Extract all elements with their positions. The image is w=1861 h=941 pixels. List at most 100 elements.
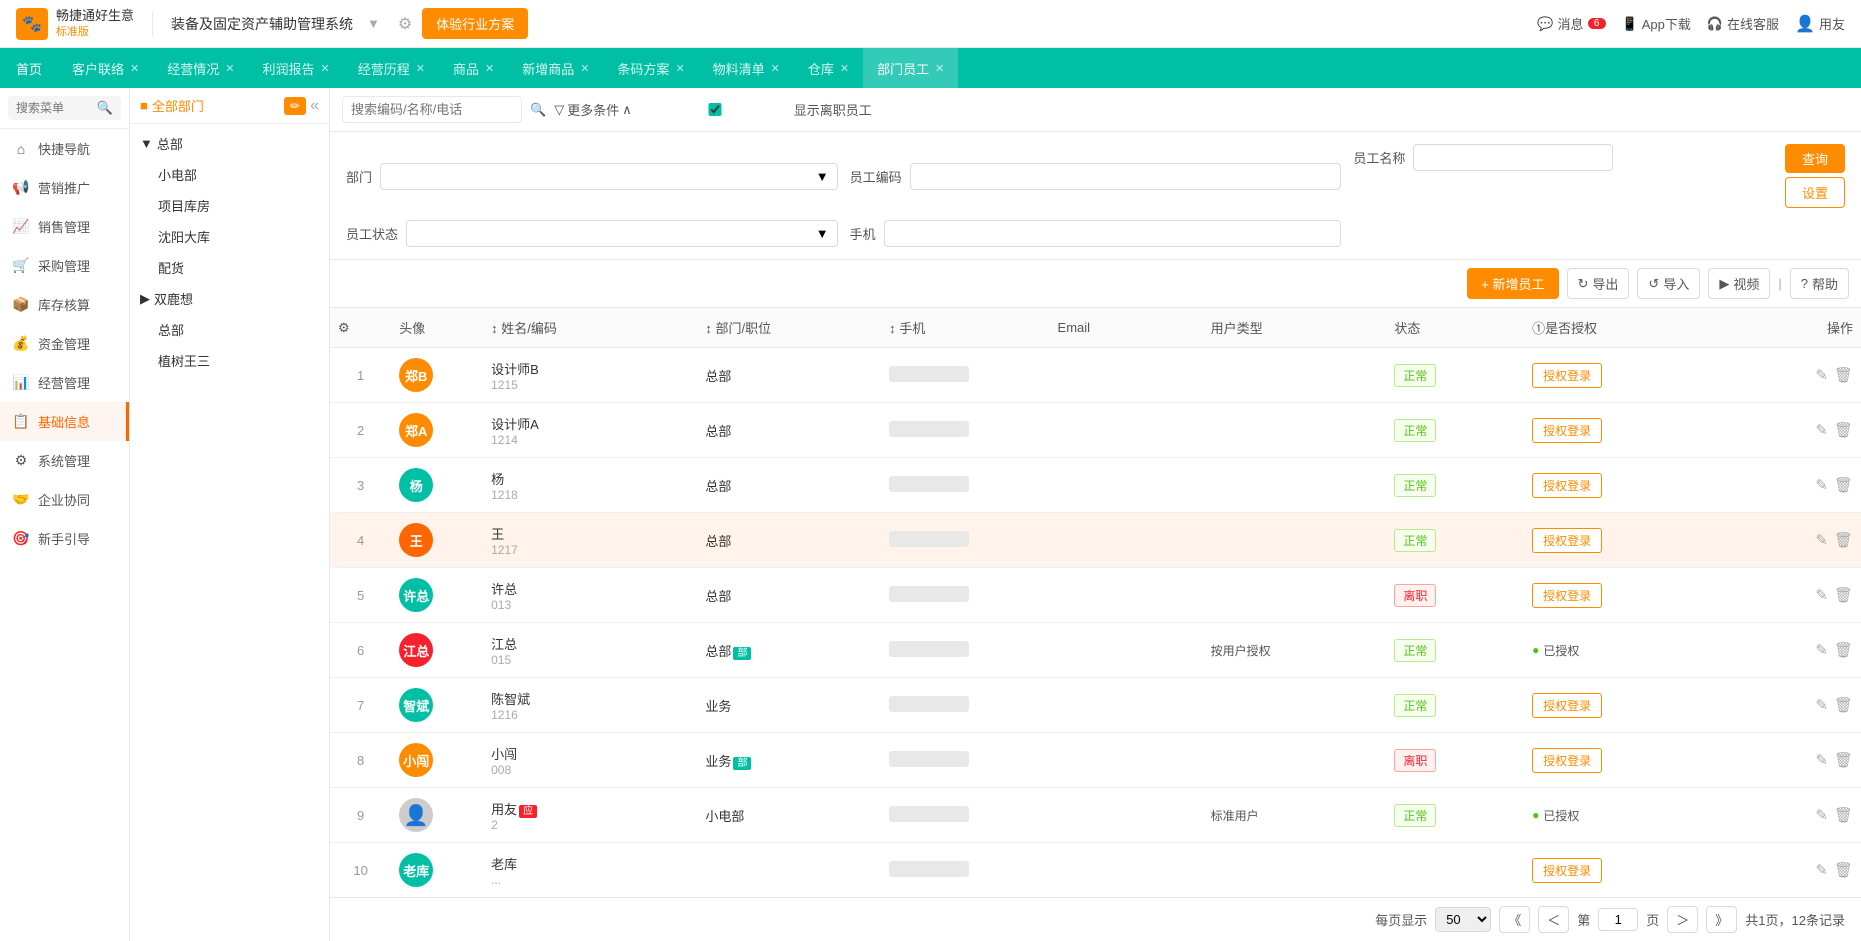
sidebar-item-basic-info[interactable]: 📋 基础信息 [0,402,129,441]
search-btn[interactable]: 🔍 [530,102,546,118]
page-number-input[interactable] [1598,908,1638,931]
status-select[interactable]: ▼ [406,220,838,247]
dept-item-small-elec[interactable]: 小电部 [130,159,329,190]
app-download-action[interactable]: 📱 App下载 [1622,14,1691,33]
help-btn[interactable]: ? 帮助 [1790,268,1849,299]
delete-icon[interactable]: 🗑 [1834,641,1853,659]
edit-icon[interactable]: ✎ [1815,861,1828,879]
delete-icon[interactable]: 🗑 [1834,586,1853,604]
sidebar-item-purchase[interactable]: 🛒 采购管理 [0,246,129,285]
auth-login-btn[interactable]: 授权登录 [1532,528,1602,553]
delete-icon[interactable]: 🗑 [1834,861,1853,879]
close-icon[interactable]: ✕ [321,62,330,75]
edit-icon[interactable]: ✎ [1815,586,1828,604]
sidebar-item-finance[interactable]: 💰 资金管理 [0,324,129,363]
sidebar-item-system[interactable]: ⚙ 系统管理 [0,441,129,480]
tab-home[interactable]: 首页 [0,48,58,88]
dept-item-tree-king[interactable]: 植树王三 [130,345,329,376]
first-page-btn[interactable]: 《 [1499,906,1530,933]
tab-operation[interactable]: 经营情况✕ [153,48,248,88]
emp-name-input[interactable] [1413,144,1613,171]
close-icon[interactable]: ✕ [416,62,425,75]
more-conditions-btn[interactable]: ▽ 更多条件 ∧ [554,100,632,119]
sidebar-item-sales[interactable]: 📈 销售管理 [0,207,129,246]
tab-profit[interactable]: 利润报告✕ [248,48,343,88]
sidebar-item-guide[interactable]: 🎯 新手引导 [0,519,129,558]
dept-select[interactable]: ▼ [380,163,838,190]
edit-icon[interactable]: ✎ [1815,751,1828,769]
search-input[interactable] [342,96,522,123]
close-icon[interactable]: ✕ [130,62,139,75]
per-page-select[interactable]: 50 20 100 [1435,907,1491,932]
next-page-btn[interactable]: ＞ [1667,906,1698,933]
show-resigned-checkbox[interactable]: 显示离职员工 [640,100,872,119]
delete-icon[interactable]: 🗑 [1834,421,1853,439]
delete-icon[interactable]: 🗑 [1834,696,1853,714]
user-action[interactable]: 👤 用友 [1795,14,1845,34]
sidebar-item-management[interactable]: 📊 经营管理 [0,363,129,402]
query-btn[interactable]: 查询 [1785,144,1845,173]
col-phone[interactable]: ↕ 手机 [881,308,1049,348]
phone-input[interactable] [884,220,1342,247]
dept-item-shenyang[interactable]: 沈阳大库 [130,221,329,252]
emp-code-input[interactable] [910,163,1342,190]
message-action[interactable]: 💬 消息 6 [1537,14,1605,33]
sidebar-item-quick-nav[interactable]: ⌂ 快捷导航 [0,129,129,168]
tab-dept-employee[interactable]: 部门员工✕ [863,48,958,88]
system-dropdown-icon[interactable]: ▼ [367,16,380,31]
close-icon[interactable]: ✕ [935,62,944,75]
delete-icon[interactable]: 🗑 [1834,531,1853,549]
close-icon[interactable]: ✕ [771,62,780,75]
tab-material[interactable]: 物料清单✕ [699,48,794,88]
dept-item-shuang[interactable]: ▶ 双鹿想 [130,283,329,314]
tab-barcode[interactable]: 条码方案✕ [603,48,698,88]
edit-icon[interactable]: ✎ [1815,531,1828,549]
dept-item-headquarters[interactable]: 总部 [130,314,329,345]
tab-goods[interactable]: 商品✕ [439,48,508,88]
edit-icon[interactable]: ✎ [1815,696,1828,714]
dept-item-distribution[interactable]: 配货 [130,252,329,283]
last-page-btn[interactable]: 》 [1706,906,1737,933]
auth-login-btn[interactable]: 授权登录 [1532,418,1602,443]
delete-icon[interactable]: 🗑 [1834,751,1853,769]
auth-login-btn[interactable]: 授权登录 [1532,473,1602,498]
dept-item-project-warehouse[interactable]: 项目库房 [130,190,329,221]
col-settings[interactable]: ⚙ [330,308,391,348]
sidebar-item-inventory[interactable]: 📦 库存核算 [0,285,129,324]
sidebar-item-marketing[interactable]: 📢 营销推广 [0,168,129,207]
close-icon[interactable]: ✕ [485,62,494,75]
delete-icon[interactable]: 🗑 [1834,366,1853,384]
auth-login-btn[interactable]: 授权登录 [1532,693,1602,718]
auth-login-btn[interactable]: 授权登录 [1532,748,1602,773]
edit-icon[interactable]: ✎ [1815,806,1828,824]
col-name-code[interactable]: ↕ 姓名/编码 [483,308,697,348]
delete-icon[interactable]: 🗑 [1834,806,1853,824]
close-icon[interactable]: ✕ [675,62,684,75]
dept-tree-edit-icon[interactable]: ✏ [284,97,306,115]
col-dept-position[interactable]: ↕ 部门/职位 [697,308,881,348]
edit-icon[interactable]: ✎ [1815,366,1828,384]
dept-tree-collapse-icon[interactable]: « [310,97,319,115]
auth-login-btn[interactable]: 授权登录 [1532,583,1602,608]
import-btn[interactable]: ↺ 导入 [1637,268,1700,299]
tab-history[interactable]: 经营历程✕ [344,48,439,88]
auth-login-btn[interactable]: 授权登录 [1532,858,1602,883]
prev-page-btn[interactable]: ＜ [1538,906,1569,933]
tab-customer[interactable]: 客户联络✕ [58,48,153,88]
close-icon[interactable]: ✕ [225,62,234,75]
close-icon[interactable]: ✕ [580,62,589,75]
delete-icon[interactable]: 🗑 [1834,476,1853,494]
edit-icon[interactable]: ✎ [1815,641,1828,659]
edit-icon[interactable]: ✎ [1815,421,1828,439]
settings-icon[interactable]: ⚙ [398,14,412,34]
online-service-action[interactable]: 🎧 在线客服 [1707,14,1779,33]
set-btn[interactable]: 设置 [1785,177,1845,208]
view-btn[interactable]: ▶ 视频 [1708,268,1770,299]
tab-warehouse[interactable]: 仓库✕ [794,48,863,88]
tab-new-goods[interactable]: 新增商品✕ [508,48,603,88]
experience-btn[interactable]: 体验行业方案 [422,8,528,39]
edit-icon[interactable]: ✎ [1815,476,1828,494]
sidebar-search-input[interactable] [16,101,93,115]
add-employee-btn[interactable]: + 新增员工 [1467,268,1558,299]
auth-login-btn[interactable]: 授权登录 [1532,363,1602,388]
